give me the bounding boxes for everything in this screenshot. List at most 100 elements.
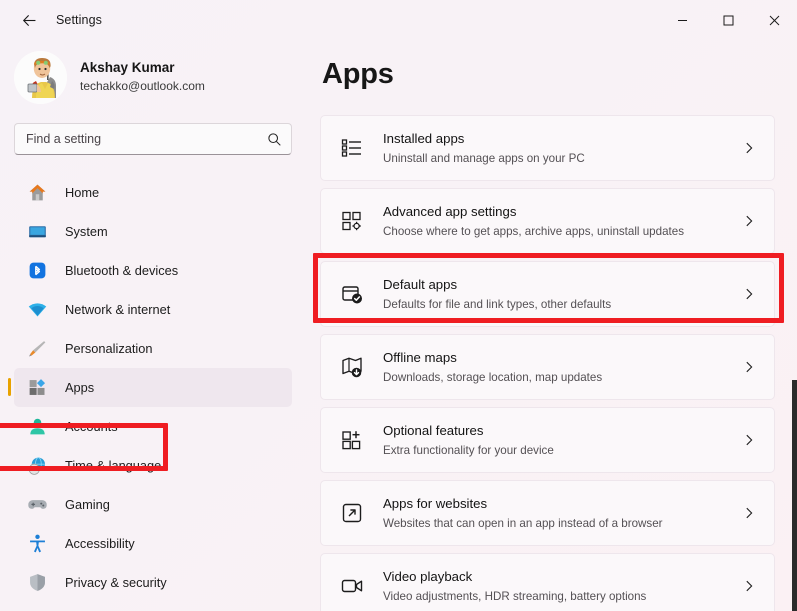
- minimize-icon: [677, 19, 687, 21]
- sidebar-item-label: Time & language: [65, 458, 162, 473]
- sidebar-item-label: Accounts: [65, 419, 118, 434]
- chevron-right-icon: [742, 433, 756, 447]
- avatar-illustration: [14, 50, 67, 104]
- card-title: Default apps: [383, 277, 458, 293]
- sidebar-item-network-internet[interactable]: Network & internet: [14, 290, 292, 329]
- home-icon: [26, 182, 48, 204]
- card-subtitle: Extra functionality for your device: [383, 443, 554, 457]
- gaming-icon: [26, 494, 48, 516]
- bluetooth-icon: [26, 260, 48, 282]
- chevron-right-icon: [742, 214, 756, 228]
- sidebar-item-apps[interactable]: Apps: [8, 368, 292, 407]
- chevron-right-icon: [742, 506, 756, 520]
- sidebar-item-label: Home: [65, 185, 100, 200]
- maximize-button[interactable]: [705, 0, 751, 40]
- sidebar-item-bluetooth-devices[interactable]: Bluetooth & devices: [14, 251, 292, 290]
- card-title: Video playback: [383, 569, 473, 585]
- time-language-icon: [28, 456, 45, 475]
- account-text: Akshay Kumar techakko@outlook.com: [80, 60, 205, 94]
- account-email: techakko@outlook.com: [80, 78, 205, 93]
- chevron-right-icon: [742, 360, 756, 374]
- window-controls: [659, 0, 797, 40]
- chevron-right-icon: [742, 579, 756, 593]
- card-text: Apps for websites Websites that can open…: [383, 495, 742, 530]
- card-subtitle: Video adjustments, HDR streaming, batter…: [383, 589, 647, 603]
- sidebar-nav: Home System Bluetooth & devices Network …: [0, 173, 310, 602]
- maximize-icon: [723, 15, 733, 25]
- card-optional-features[interactable]: Optional features Extra functionality fo…: [320, 407, 775, 473]
- chevron-right-icon: [742, 287, 756, 301]
- card-advanced-app-settings[interactable]: Advanced app settings Choose where to ge…: [320, 188, 775, 254]
- chevron-right-icon: [742, 141, 756, 155]
- sidebar-item-label: Personalization: [65, 341, 153, 356]
- accessibility-icon: [26, 533, 48, 555]
- card-text: Offline maps Downloads, storage location…: [383, 349, 742, 384]
- sidebar-item-accounts[interactable]: Accounts: [14, 407, 292, 446]
- account-name: Akshay Kumar: [80, 60, 175, 76]
- accounts-icon: [26, 416, 48, 438]
- card-text: Optional features Extra functionality fo…: [383, 422, 742, 457]
- sidebar-item-home[interactable]: Home: [14, 173, 292, 212]
- card-title: Installed apps: [383, 131, 465, 147]
- search-section: [0, 106, 310, 155]
- card-subtitle: Downloads, storage location, map updates: [383, 370, 603, 384]
- sidebar-item-label: Gaming: [65, 497, 110, 512]
- card-text: Installed apps Uninstall and manage apps…: [383, 130, 742, 165]
- privacy-security-icon: [26, 572, 48, 594]
- apps-icon: [26, 377, 48, 399]
- sidebar-item-accessibility[interactable]: Accessibility: [14, 524, 292, 563]
- close-button[interactable]: [751, 0, 797, 40]
- apps-for-websites-icon: [337, 498, 367, 528]
- magnifier-glyph: [268, 132, 281, 146]
- sidebar-item-label: Apps: [65, 380, 95, 395]
- default-apps-check-icon: [337, 279, 367, 309]
- card-video-playback[interactable]: Video playback Video adjustments, HDR st…: [320, 553, 775, 611]
- card-text: Video playback Video adjustments, HDR st…: [383, 568, 742, 603]
- title-bar: Settings: [0, 0, 797, 40]
- sidebar-item-system[interactable]: System: [14, 212, 292, 251]
- vertical-scrollbar[interactable]: [792, 380, 797, 611]
- card-apps-for-websites[interactable]: Apps for websites Websites that can open…: [320, 480, 775, 546]
- search-input[interactable]: [26, 132, 267, 146]
- card-subtitle: Websites that can open in an app instead…: [383, 516, 663, 530]
- sidebar-item-time-language[interactable]: Time & language: [14, 446, 292, 485]
- back-button[interactable]: [12, 5, 46, 35]
- card-title: Advanced app settings: [383, 204, 517, 220]
- sidebar-item-privacy-security[interactable]: Privacy & security: [14, 563, 292, 602]
- sidebar-item-label: Accessibility: [65, 536, 135, 551]
- sidebar-item-label: System: [65, 224, 108, 239]
- system-icon: [26, 221, 48, 243]
- card-installed-apps[interactable]: Installed apps Uninstall and manage apps…: [320, 115, 775, 181]
- installed-apps-list-icon: [337, 133, 367, 163]
- card-title: Optional features: [383, 423, 484, 439]
- card-subtitle: Uninstall and manage apps on your PC: [383, 151, 585, 165]
- card-text: Default apps Defaults for file and link …: [383, 276, 742, 311]
- card-subtitle: Choose where to get apps, archive apps, …: [383, 224, 684, 238]
- card-offline-maps[interactable]: Offline maps Downloads, storage location…: [320, 334, 775, 400]
- card-title: Apps for websites: [383, 496, 488, 512]
- search-box[interactable]: [14, 123, 292, 155]
- close-icon: [769, 15, 779, 25]
- main-content: Apps Installed apps Uninstall and manage…: [310, 40, 797, 611]
- sidebar-item-label: Privacy & security: [65, 575, 167, 590]
- card-default-apps[interactable]: Default apps Defaults for file and link …: [320, 261, 775, 327]
- search-icon[interactable]: [267, 132, 282, 147]
- network-icon: [26, 299, 48, 321]
- settings-card-list: Installed apps Uninstall and manage apps…: [320, 115, 775, 611]
- advanced-app-settings-icon: [337, 206, 367, 236]
- user-avatar: [14, 50, 67, 104]
- optional-features-icon: [337, 425, 367, 455]
- card-text: Advanced app settings Choose where to ge…: [383, 203, 742, 238]
- sidebar-item-gaming[interactable]: Gaming: [14, 485, 292, 524]
- sidebar-item-label: Network & internet: [65, 302, 171, 317]
- offline-maps-icon: [337, 352, 367, 382]
- sidebar-item-personalization[interactable]: Personalization: [14, 329, 292, 368]
- card-subtitle: Defaults for file and link types, other …: [383, 297, 612, 311]
- minimize-button[interactable]: [659, 0, 705, 40]
- back-arrow-icon: [22, 14, 35, 26]
- video-playback-icon: [337, 571, 367, 601]
- window-title: Settings: [56, 13, 102, 27]
- sidebar-item-label: Bluetooth & devices: [65, 263, 179, 278]
- page-title: Apps: [322, 58, 394, 90]
- account-section[interactable]: Akshay Kumar techakko@outlook.com: [0, 40, 310, 106]
